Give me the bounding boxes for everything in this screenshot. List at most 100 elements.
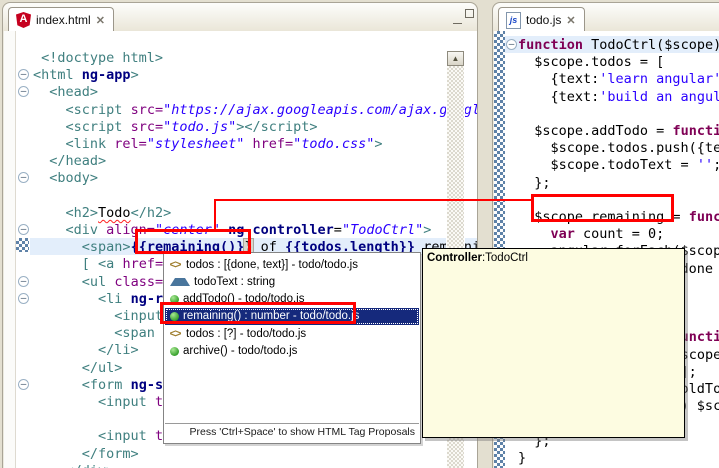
code-line[interactable]: <script src="https://ajax.googleapis.com… (33, 102, 477, 120)
code-segment: count = 0; (575, 226, 664, 242)
completion-item[interactable]: archive() - todo/todo.js (165, 343, 419, 360)
code-line[interactable]: $scope.addTodo = function() { (518, 123, 719, 141)
code-segment: <!doctype html> (33, 50, 163, 66)
fold-collapse-icon[interactable]: – (18, 379, 29, 390)
code-line[interactable]: <!doctype html> (33, 50, 163, 68)
code-segment: < (33, 136, 74, 152)
scroll-up-arrow-icon[interactable]: ▲ (447, 51, 464, 66)
minimize-icon[interactable] (453, 15, 462, 24)
code-segment: "TodoCtrl" (342, 222, 423, 238)
code-line[interactable]: </form> (33, 446, 139, 464)
code-segment: < (33, 394, 106, 410)
completion-info-tooltip: Controller:TodoCtrl (422, 248, 685, 438)
code-segment: = (334, 222, 342, 238)
code-segment: "todo.js" (163, 119, 236, 135)
code-segment: > (374, 136, 382, 152)
code-segment: }; (518, 175, 551, 191)
fold-collapse-icon[interactable]: – (18, 69, 29, 80)
code-segment: script (74, 102, 123, 118)
code-line[interactable]: <link rel="stylesheet" href="todo.css"> (33, 136, 383, 154)
code-segment: $scope.todos.push({text:$scope.todoText, (518, 140, 719, 156)
code-segment: ; (713, 157, 719, 173)
code-segment: > (106, 463, 114, 468)
annotation-box-scope-remaining (531, 194, 674, 222)
code-segment: < (33, 67, 41, 83)
code-segment: input (106, 428, 147, 444)
code-line[interactable]: var count = 0; (518, 226, 664, 244)
code-line[interactable]: </div> (33, 463, 114, 468)
code-line[interactable]: </head> (33, 153, 106, 171)
code-segment: < (33, 222, 74, 238)
code-segment (518, 226, 551, 242)
fold-collapse-icon[interactable]: – (18, 172, 29, 183)
tooltip-rest-text: :TodoCtrl (482, 252, 528, 264)
code-segment: < (33, 205, 74, 221)
code-segment: < (33, 102, 74, 118)
maximize-icon[interactable] (465, 9, 474, 18)
code-line[interactable]: $scope.todos = [ (518, 54, 664, 72)
code-line[interactable]: $scope.todos.push({text:$scope.todoText, (518, 140, 719, 158)
code-segment: < (33, 119, 74, 135)
code-line[interactable]: {text:'build an angular app', done:false… (518, 89, 719, 107)
code-segment (122, 119, 130, 135)
code-line[interactable]: $scope.todoText = ''; (518, 157, 719, 175)
code-segment: > (131, 446, 139, 462)
code-segment: href= (122, 256, 163, 272)
code-line[interactable]: }; (518, 175, 551, 193)
code-line[interactable]: <script src="todo.js"></script> (33, 119, 318, 137)
code-line[interactable]: function TodoCtrl($scope) { (518, 37, 719, 55)
code-segment: $scope.todoText = (518, 157, 697, 173)
code-segment: "https://ajax.googleapis.com/ajax.google… (163, 102, 477, 118)
code-line[interactable]: </li> (33, 342, 139, 360)
annotation-connector-horizontal (214, 199, 534, 201)
fold-collapse-icon[interactable]: – (18, 293, 29, 304)
annotation-box-remaining-expression (135, 229, 251, 254)
code-line[interactable]: <h2>Todo</h2> (33, 205, 171, 223)
close-icon[interactable]: ✕ (566, 14, 576, 27)
tab-todo-js[interactable]: js todo.js ✕ (498, 7, 585, 32)
code-segment (98, 222, 106, 238)
completion-item-label: todos : [?] - todo/todo.js (186, 328, 306, 340)
code-segment: div (74, 222, 98, 238)
code-segment: "todo.css" (293, 136, 374, 152)
code-segment: li (106, 291, 122, 307)
code-line[interactable]: <head> (33, 84, 98, 102)
code-segment: script (74, 119, 123, 135)
code-segment: TodoCtrl($scope) { (583, 37, 719, 53)
close-icon[interactable]: ✕ (96, 14, 106, 27)
annotation-connector-vertical (214, 199, 216, 231)
current-line-marker (16, 238, 29, 252)
fold-collapse-icon[interactable]: – (18, 224, 29, 235)
code-segment: 'learn angular' (599, 71, 719, 87)
angle-brackets-icon: <> (168, 259, 182, 271)
code-segment: form (90, 377, 123, 393)
code-line[interactable]: {text:'learn angular', done:true}, (518, 71, 719, 89)
completion-item-label: todoText : string (194, 276, 275, 288)
code-segment: </ (33, 446, 98, 462)
code-segment: </ (33, 342, 114, 358)
code-segment (122, 102, 130, 118)
tab-index-html[interactable]: A index.html ✕ (8, 7, 114, 32)
completion-item[interactable]: <>todos : [{done, text}] - todo/todo.js (165, 256, 419, 273)
fold-collapse-icon[interactable]: – (18, 276, 29, 287)
code-segment: $scope.todos = [ (518, 54, 664, 70)
fold-collapse-icon[interactable]: – (18, 86, 29, 97)
completion-item-label: archive() - todo/todo.js (183, 345, 297, 357)
code-segment: form (98, 446, 131, 462)
code-line[interactable]: <body> (33, 170, 98, 188)
code-line[interactable]: </ul> (33, 360, 122, 378)
code-segment: $scope.addTodo = (518, 123, 672, 139)
code-segment: h2 (74, 205, 90, 221)
code-segment: li (114, 342, 130, 358)
code-line[interactable]: <html ng-app> (33, 67, 139, 85)
code-segment: > (114, 360, 122, 376)
fold-collapse-icon[interactable]: – (506, 39, 517, 50)
completion-item[interactable]: todoText : string (165, 273, 419, 290)
code-segment: </ (33, 463, 82, 468)
tab-bar-left: A index.html ✕ (3, 3, 477, 31)
code-segment (122, 291, 130, 307)
completion-item[interactable]: <>todos : [?] - todo/todo.js (165, 325, 419, 342)
code-segment: < (33, 377, 90, 393)
code-segment: ng-app (82, 67, 131, 83)
code-line[interactable]: } (518, 450, 526, 468)
